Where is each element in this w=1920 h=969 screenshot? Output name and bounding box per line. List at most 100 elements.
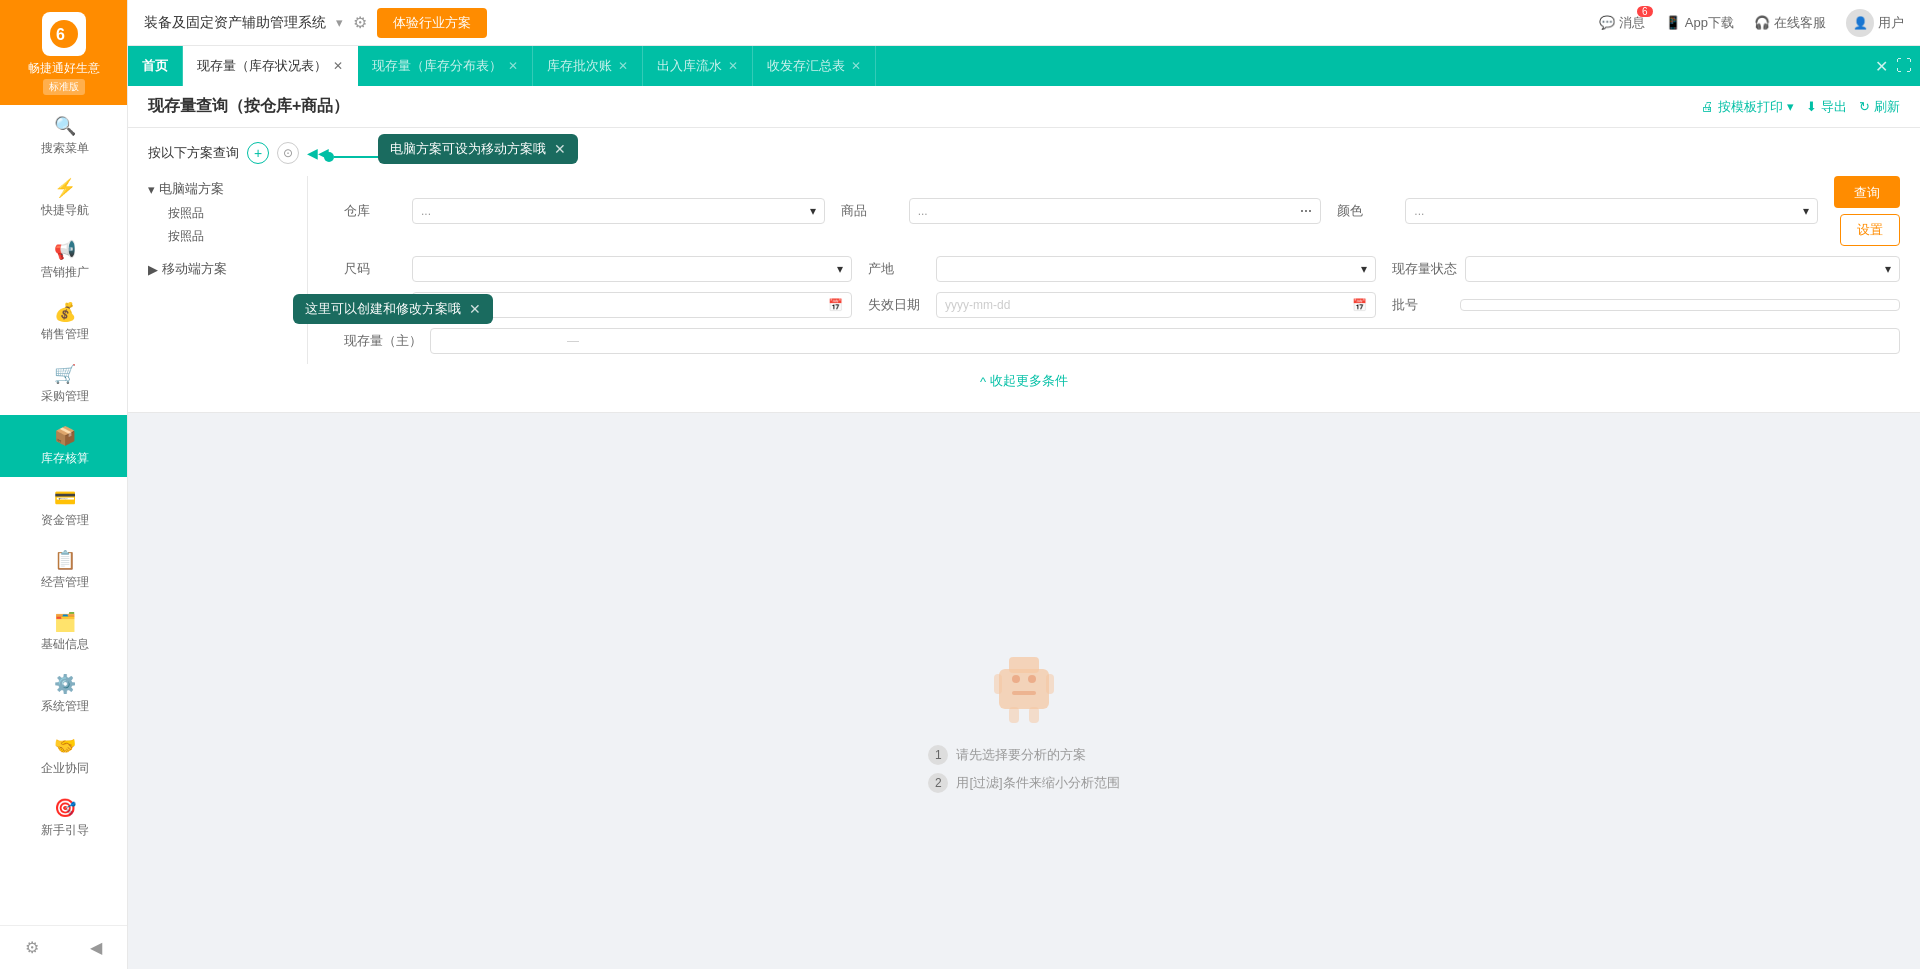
- user-label: 用户: [1878, 14, 1904, 32]
- tab-inventory-dist[interactable]: 现存量（库存分布表） ✕: [358, 46, 533, 86]
- sidebar-item-enterprise[interactable]: 🤝 企业协同: [0, 725, 127, 787]
- color-placeholder: ...: [1414, 204, 1424, 218]
- sidebar-bottom: ⚙ ◀: [0, 925, 127, 969]
- system-icon: ⚙️: [54, 673, 76, 695]
- expire-date-input[interactable]: yyyy-mm-dd 📅: [936, 292, 1376, 318]
- refresh-button[interactable]: ↻ 刷新: [1859, 98, 1900, 116]
- sidebar-item-system[interactable]: ⚙️ 系统管理: [0, 663, 127, 725]
- logo-title: 畅捷通好生意: [28, 60, 100, 77]
- trial-button[interactable]: 体验行业方案: [377, 8, 487, 38]
- system-dropdown-icon[interactable]: ▾: [336, 15, 343, 30]
- empty-hint-2: 2 用[过滤]条件来缩小分析范围: [928, 773, 1119, 793]
- tab-actions: ✕ ⛶: [1875, 57, 1920, 76]
- tab-receive-summary[interactable]: 收发存汇总表 ✕: [753, 46, 876, 86]
- filter-batch-no: 批号: [1392, 296, 1900, 314]
- tab-batch-account[interactable]: 库存批次账 ✕: [533, 46, 643, 86]
- tab-inventory-dist-close[interactable]: ✕: [508, 59, 518, 73]
- search-button[interactable]: 查询: [1834, 176, 1900, 208]
- mobile-scheme-group[interactable]: ▶ 移动端方案: [148, 256, 307, 282]
- inv-qty-max-input[interactable]: [587, 334, 707, 348]
- filter-row-2: 尺码 ▾ 产地 ▾: [344, 256, 1900, 282]
- filter-origin: 产地 ▾: [868, 256, 1376, 282]
- desktop-scheme-group[interactable]: ▾ 电脑端方案: [148, 176, 307, 202]
- sidebar-item-finance[interactable]: 💳 资金管理: [0, 477, 127, 539]
- tab-close-all-button[interactable]: ✕: [1875, 57, 1888, 76]
- goods-select[interactable]: ... ⋯: [909, 198, 1322, 224]
- range-separator: —: [567, 334, 579, 348]
- finance-icon: 💳: [54, 487, 76, 509]
- print-label: 按模板打印: [1718, 98, 1783, 116]
- hint-1-number: 1: [928, 745, 948, 765]
- warehouse-select[interactable]: ... ▾: [412, 198, 825, 224]
- edit-tooltip-close[interactable]: ✕: [469, 301, 481, 317]
- origin-select[interactable]: ▾: [936, 256, 1376, 282]
- connector-line-1: [334, 156, 378, 158]
- inv-status-dropdown-icon: ▾: [1885, 262, 1891, 276]
- tab-inventory-dist-label: 现存量（库存分布表）: [372, 57, 502, 75]
- tab-home[interactable]: 首页: [128, 46, 183, 86]
- svg-rect-2: [999, 669, 1049, 709]
- online-service-button[interactable]: 🎧 在线客服: [1754, 14, 1826, 32]
- message-button[interactable]: 💬 消息 6: [1599, 14, 1645, 32]
- add-scheme-button[interactable]: +: [247, 142, 269, 164]
- warehouse-dropdown-icon: ▾: [810, 204, 816, 218]
- sidebar-item-label: 快捷导航: [41, 202, 89, 219]
- sidebar-item-label: 企业协同: [41, 760, 89, 777]
- empty-illustration: [974, 629, 1074, 729]
- size-dropdown-icon: ▾: [837, 262, 843, 276]
- sidebar-item-basic[interactable]: 🗂️ 基础信息: [0, 601, 127, 663]
- desktop-scheme-sub-2[interactable]: 按照品: [148, 225, 307, 248]
- service-icon: 🎧: [1754, 15, 1770, 30]
- gear-button[interactable]: ⚙: [353, 13, 367, 32]
- sidebar-item-purchase[interactable]: 🛒 采购管理: [0, 353, 127, 415]
- settings-button[interactable]: ⚙: [25, 938, 39, 957]
- tab-inventory-status[interactable]: 现存量（库存状况表） ✕: [183, 46, 358, 86]
- export-label: 导出: [1821, 98, 1847, 116]
- sidebar-item-quicknav[interactable]: ⚡ 快捷导航: [0, 167, 127, 229]
- collapse-button[interactable]: ^ 收起更多条件: [148, 364, 1900, 398]
- inv-qty-min-input[interactable]: [439, 334, 559, 348]
- sidebar-item-search[interactable]: 🔍 搜索菜单: [0, 105, 127, 167]
- sidebar-item-marketing[interactable]: 📢 营销推广: [0, 229, 127, 291]
- inv-qty-range[interactable]: —: [430, 328, 1900, 354]
- tab-inout-flow[interactable]: 出入库流水 ✕: [643, 46, 753, 86]
- collapse-sidebar-button[interactable]: ◀: [90, 938, 102, 957]
- search-btn-group: 查询 设置: [1834, 176, 1900, 246]
- reset-button[interactable]: 设置: [1840, 214, 1900, 246]
- sidebar-menu: 🔍 搜索菜单 ⚡ 快捷导航 📢 营销推广 💰 销售管理 🛒 采购管理 📦 库存核…: [0, 105, 127, 925]
- copy-scheme-button[interactable]: ⊙: [277, 142, 299, 164]
- svg-rect-10: [1029, 707, 1039, 723]
- batch-no-label: 批号: [1392, 296, 1452, 314]
- content-area: 现存量查询（按仓库+商品） 🖨 按模板打印 ▾ ⬇ 导出 ↻ 刷新: [128, 86, 1920, 969]
- batch-no-input[interactable]: [1460, 299, 1900, 311]
- app-download-button[interactable]: 📱 App下载: [1665, 14, 1734, 32]
- sidebar-item-sales[interactable]: 💰 销售管理: [0, 291, 127, 353]
- color-label: 颜色: [1337, 202, 1397, 220]
- user-menu[interactable]: 👤 用户: [1846, 9, 1904, 37]
- sidebar-item-operation[interactable]: 📋 经营管理: [0, 539, 127, 601]
- inv-status-select[interactable]: ▾: [1465, 256, 1900, 282]
- refresh-icon: ↻: [1859, 99, 1870, 114]
- tab-batch-account-close[interactable]: ✕: [618, 59, 628, 73]
- sidebar-item-inventory[interactable]: 📦 库存核算: [0, 415, 127, 477]
- color-select[interactable]: ... ▾: [1405, 198, 1818, 224]
- filter-inv-status: 现存量状态 ▾: [1392, 256, 1900, 282]
- empty-state: 1 请先选择要分析的方案 2 用[过滤]条件来缩小分析范围: [128, 413, 1920, 969]
- service-label: 在线客服: [1774, 14, 1826, 32]
- hint-2-number: 2: [928, 773, 948, 793]
- empty-hints: 1 请先选择要分析的方案 2 用[过滤]条件来缩小分析范围: [928, 745, 1119, 793]
- print-button[interactable]: 🖨 按模板打印 ▾: [1701, 98, 1794, 116]
- tab-expand-button[interactable]: ⛶: [1896, 57, 1912, 75]
- hint-2-text: 用[过滤]条件来缩小分析范围: [956, 774, 1119, 792]
- add-tooltip-close[interactable]: ✕: [554, 141, 566, 157]
- sidebar-item-guide[interactable]: 🎯 新手引导: [0, 787, 127, 849]
- size-select[interactable]: ▾: [412, 256, 852, 282]
- tab-inout-flow-close[interactable]: ✕: [728, 59, 738, 73]
- origin-label: 产地: [868, 260, 928, 278]
- desktop-scheme-sub-1[interactable]: 按照品: [148, 202, 307, 225]
- sidebar: 6 畅捷通好生意 标准版 🔍 搜索菜单 ⚡ 快捷导航 📢 营销推广 💰 销售管理…: [0, 0, 128, 969]
- size-label: 尺码: [344, 260, 404, 278]
- tab-inventory-status-close[interactable]: ✕: [333, 59, 343, 73]
- export-button[interactable]: ⬇ 导出: [1806, 98, 1847, 116]
- tab-receive-summary-close[interactable]: ✕: [851, 59, 861, 73]
